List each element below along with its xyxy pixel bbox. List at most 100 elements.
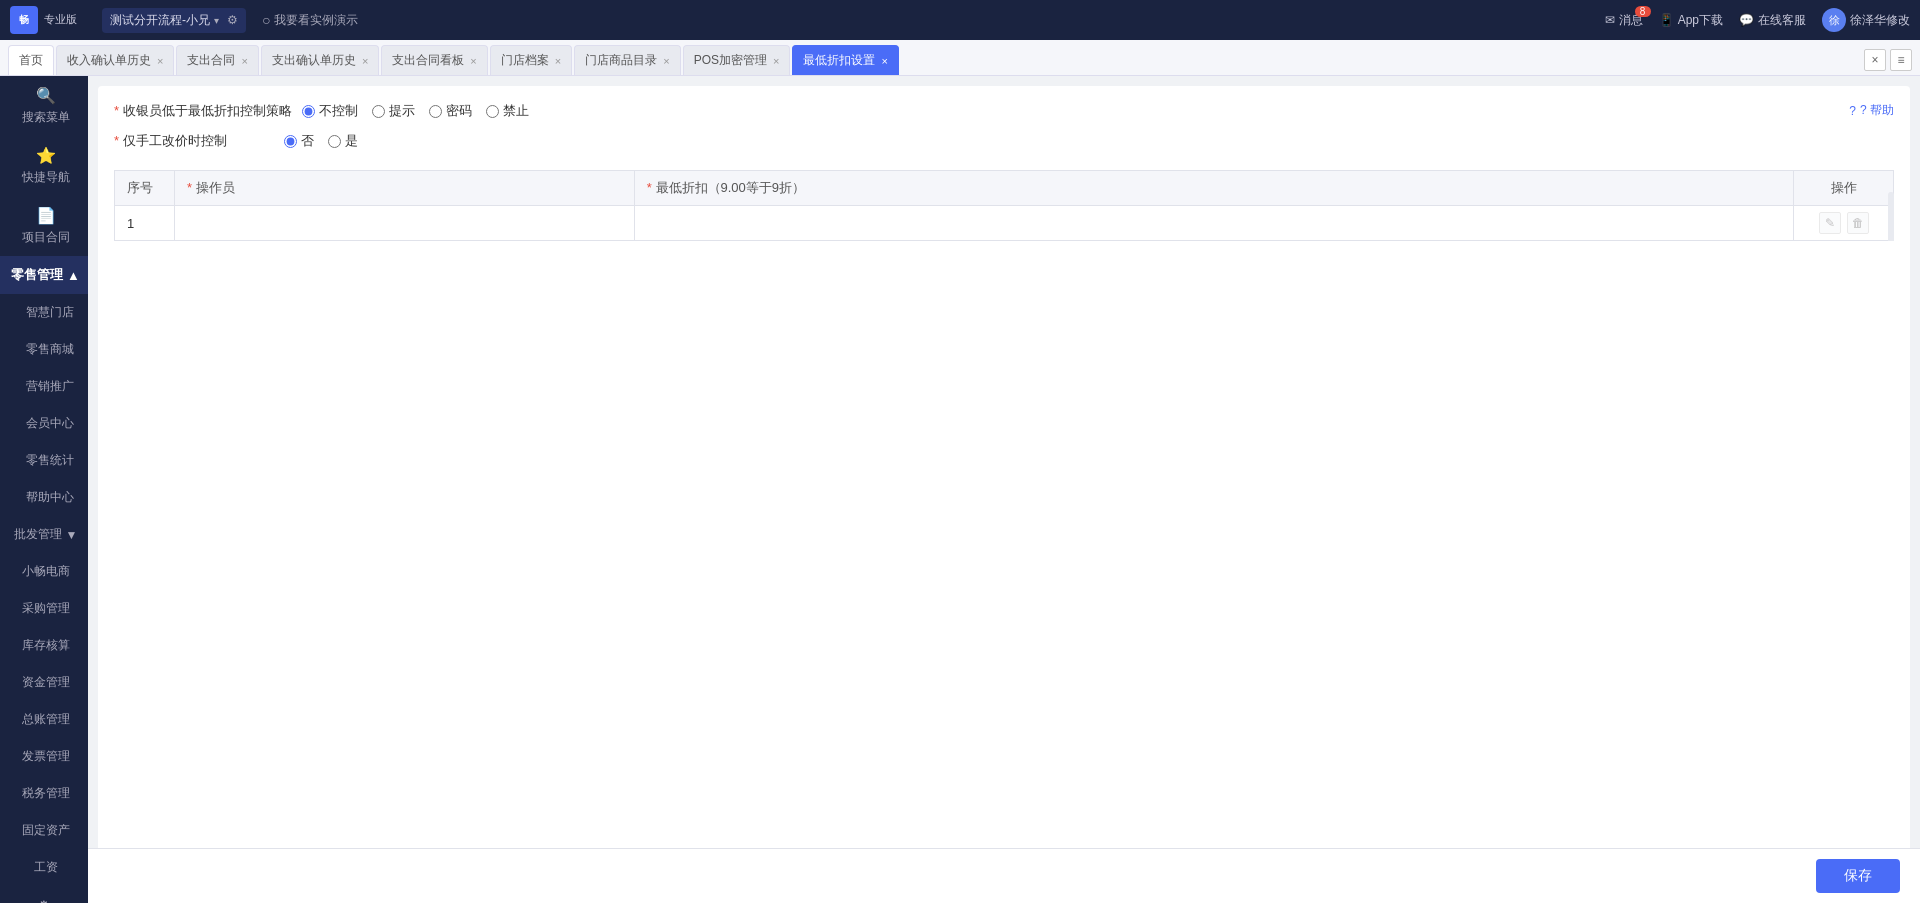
sidebar-item-inventory[interactable]: 库存核算 (0, 627, 88, 664)
sidebar-item-fixed-assets[interactable]: 固定资产 (0, 812, 88, 849)
control-policy-row: * 收银员低于最低折扣控制策略 不控制 提示 密码 (114, 102, 1894, 120)
radio-yes[interactable]: 是 (328, 132, 358, 150)
tab-store-products-label: 门店商品目录 (585, 52, 657, 69)
close-all-tabs-btn[interactable]: × (1864, 49, 1886, 71)
tab-home[interactable]: 首页 (8, 45, 54, 75)
project-selector[interactable]: 测试分开流程-小兄 ▾ ⚙ (102, 8, 246, 33)
tab-income-history-label: 收入确认单历史 (67, 52, 151, 69)
sidebar-item-retail-stats[interactable]: 零售统计 (0, 442, 88, 479)
project-name: 测试分开流程-小兄 (110, 12, 210, 29)
settings-icon[interactable]: ⚙ (227, 13, 238, 27)
gear-btn[interactable]: ⚙ (0, 886, 88, 903)
sidebar-item-retail-mall[interactable]: 零售商城 (0, 331, 88, 368)
required-star: * (647, 180, 652, 195)
sidebar-item-project-contract[interactable]: 📄 项目合同 (0, 196, 88, 256)
sidebar-item-wholesale[interactable]: 批发管理 ▼ (0, 516, 88, 553)
topbar-right: ✉ 消息 8 📱 App下载 💬 在线客服 徐 徐泽华修改 (1605, 8, 1910, 32)
question-icon: ? (1849, 104, 1856, 118)
control-policy-radio-group: 不控制 提示 密码 禁止 (302, 102, 529, 120)
col-operator: * 操作员 (175, 171, 635, 206)
control-policy-label: * 收银员低于最低折扣控制策略 (114, 102, 292, 120)
radio-no-control[interactable]: 不控制 (302, 102, 358, 120)
close-icon[interactable]: × (881, 55, 887, 67)
sidebar-item-help[interactable]: 帮助中心 (0, 479, 88, 516)
tab-min-discount[interactable]: 最低折扣设置 × (792, 45, 898, 75)
edit-icon[interactable]: ✎ (1819, 212, 1841, 234)
close-icon[interactable]: × (663, 55, 669, 67)
sidebar-item-payroll[interactable]: 工资 (0, 849, 88, 886)
tab-income-history[interactable]: 收入确认单历史 × (56, 45, 174, 75)
help-link[interactable]: ? ? 帮助 (1849, 102, 1894, 119)
tab-store-archive[interactable]: 门店档案 × (490, 45, 572, 75)
scrollbar[interactable] (1888, 192, 1894, 241)
online-service-btn[interactable]: 💬 在线客服 (1739, 12, 1806, 29)
close-icon[interactable]: × (157, 55, 163, 67)
tab-menu-btn[interactable]: ≡ (1890, 49, 1912, 71)
table-body: 1 ✎ 🗑 (115, 206, 1894, 241)
tab-payment-contract[interactable]: 支出合同 × (176, 45, 258, 75)
demo-link[interactable]: ○ 我要看实例演示 (262, 12, 358, 29)
table-header-row: 序号 * 操作员 * 最低折扣（9.00等于9折） 操作 (115, 171, 1894, 206)
tab-payment-board[interactable]: 支出合同看板 × (381, 45, 487, 75)
required-star: * (114, 133, 119, 148)
avatar: 徐 (1822, 8, 1846, 32)
radio-remind[interactable]: 提示 (372, 102, 415, 120)
app-logo: 畅 专业版 (10, 6, 98, 34)
col-min-discount: * 最低折扣（9.00等于9折） (634, 171, 1793, 206)
sidebar-item-retail[interactable]: 零售管理 ▲ (0, 256, 88, 294)
close-icon[interactable]: × (773, 55, 779, 67)
col-seq: 序号 (115, 171, 175, 206)
tab-store-products[interactable]: 门店商品目录 × (574, 45, 680, 75)
tab-payment-contract-label: 支出合同 (187, 52, 235, 69)
radio-no[interactable]: 否 (284, 132, 314, 150)
cell-min-discount (634, 206, 1793, 241)
page-card: ? ? 帮助 * 收银员低于最低折扣控制策略 不控制 提示 (98, 86, 1910, 869)
radio-forbid[interactable]: 禁止 (486, 102, 529, 120)
tab-payment-board-label: 支出合同看板 (392, 52, 464, 69)
app-download-btn[interactable]: 📱 App下载 (1659, 12, 1723, 29)
sidebar-item-purchase[interactable]: 采购管理 (0, 590, 88, 627)
manual-only-label: * 仅手工改价时控制 (114, 132, 274, 150)
close-icon[interactable]: × (555, 55, 561, 67)
download-icon: 📱 (1659, 13, 1674, 27)
sidebar-item-marketing[interactable]: 营销推广 (0, 368, 88, 405)
messages-btn[interactable]: ✉ 消息 8 (1605, 12, 1643, 29)
col-action: 操作 (1794, 171, 1894, 206)
tab-min-discount-label: 最低折扣设置 (803, 52, 875, 69)
message-icon: ✉ (1605, 13, 1615, 27)
contract-icon: 📄 (36, 206, 56, 225)
action-icons: ✎ 🗑 (1806, 212, 1881, 234)
sidebar-item-ecommerce[interactable]: 小畅电商 (0, 553, 88, 590)
service-icon: 💬 (1739, 13, 1754, 27)
close-icon[interactable]: × (362, 55, 368, 67)
save-button[interactable]: 保存 (1816, 859, 1900, 893)
manual-only-radio-group: 否 是 (284, 132, 358, 150)
content-area: ? ? 帮助 * 收银员低于最低折扣控制策略 不控制 提示 (88, 76, 1920, 903)
radio-password[interactable]: 密码 (429, 102, 472, 120)
discount-table: 序号 * 操作员 * 最低折扣（9.00等于9折） 操作 (114, 170, 1894, 241)
sidebar-item-search[interactable]: 🔍 搜索菜单 (0, 76, 88, 136)
required-star: * (114, 103, 119, 118)
close-icon[interactable]: × (470, 55, 476, 67)
sidebar-item-ledger[interactable]: 总账管理 (0, 701, 88, 738)
cell-operator (175, 206, 635, 241)
logo-text: 专业版 (44, 13, 77, 26)
user-menu[interactable]: 徐 徐泽华修改 (1822, 8, 1910, 32)
demo-icon: ○ (262, 12, 270, 28)
tab-store-archive-label: 门店档案 (501, 52, 549, 69)
tab-payment-confirm-history[interactable]: 支出确认单历史 × (261, 45, 379, 75)
topbar: 畅 专业版 测试分开流程-小兄 ▾ ⚙ ○ 我要看实例演示 ✉ 消息 8 📱 A… (0, 0, 1920, 40)
tab-pos-password[interactable]: POS加密管理 × (683, 45, 791, 75)
tab-pos-password-label: POS加密管理 (694, 52, 767, 69)
sidebar-item-quick-nav[interactable]: ⭐ 快捷导航 (0, 136, 88, 196)
sidebar-item-tax[interactable]: 税务管理 (0, 775, 88, 812)
message-badge: 8 (1635, 6, 1651, 17)
sidebar-item-smart-store[interactable]: 智慧门店 (0, 294, 88, 331)
sidebar-item-invoice[interactable]: 发票管理 (0, 738, 88, 775)
logo-icon: 畅 (10, 6, 38, 34)
delete-icon[interactable]: 🗑 (1847, 212, 1869, 234)
sidebar-item-member[interactable]: 会员中心 (0, 405, 88, 442)
sidebar-item-funds[interactable]: 资金管理 (0, 664, 88, 701)
close-icon[interactable]: × (241, 55, 247, 67)
table-header: 序号 * 操作员 * 最低折扣（9.00等于9折） 操作 (115, 171, 1894, 206)
